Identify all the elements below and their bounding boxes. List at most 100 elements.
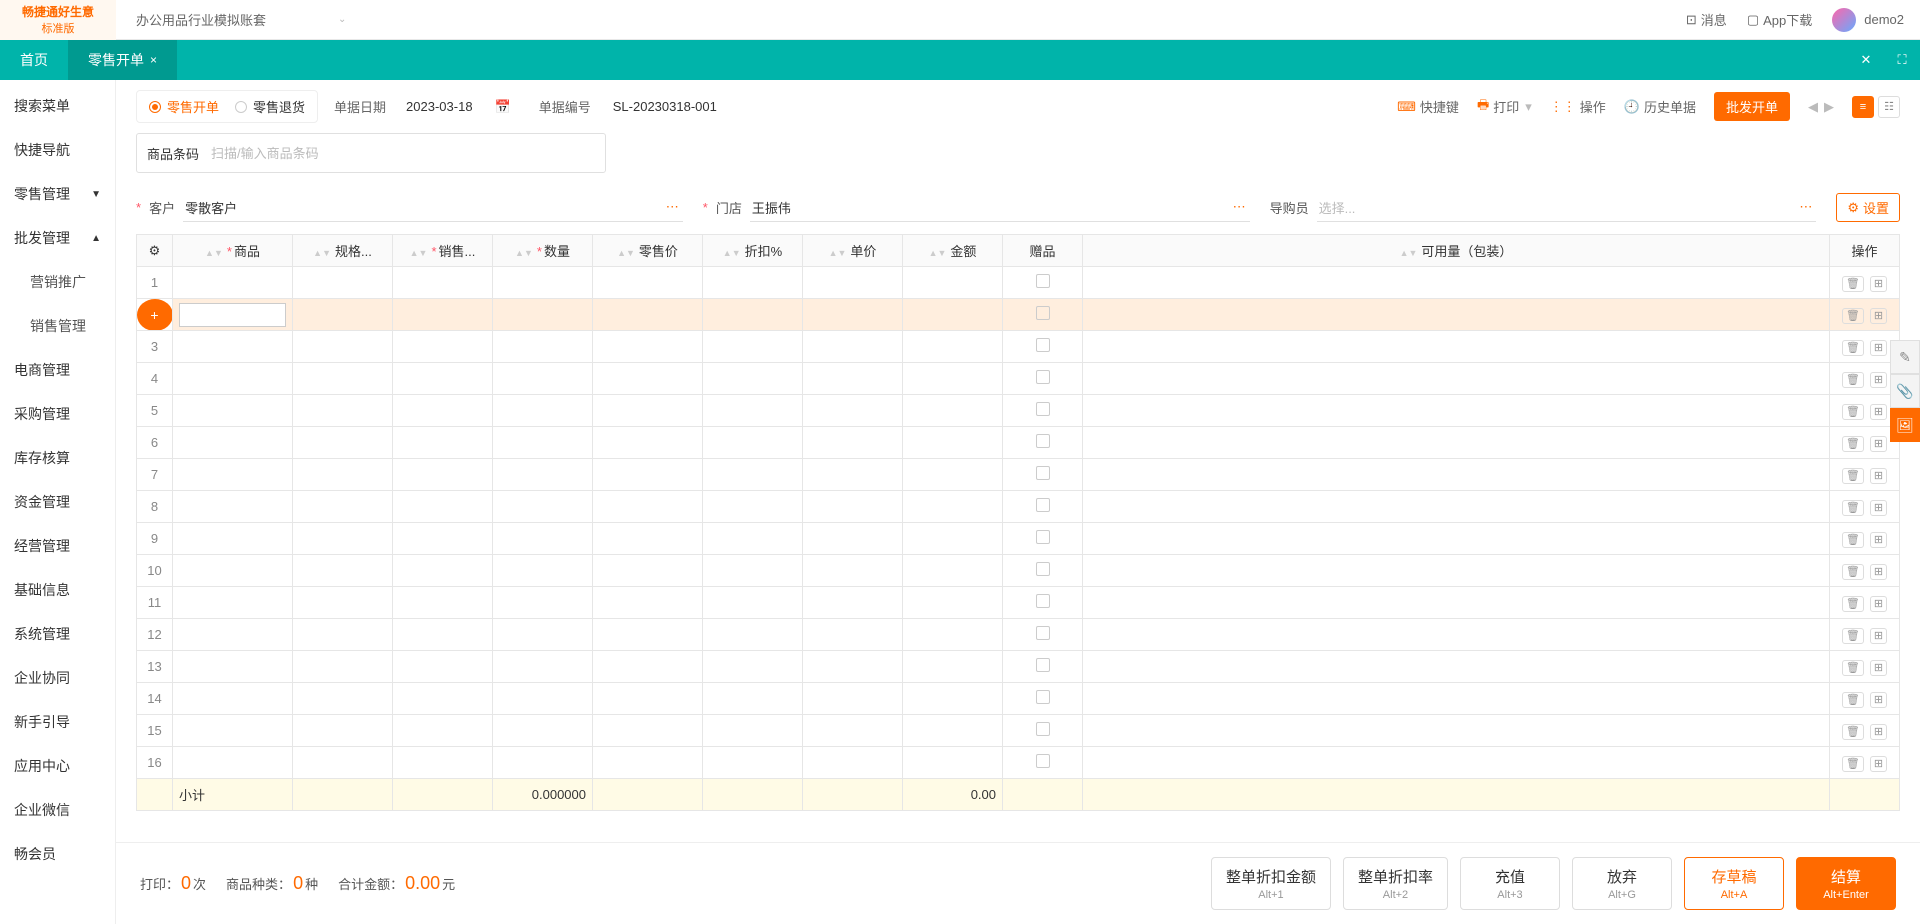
column-settings-button[interactable]: ⚙	[137, 235, 173, 267]
cell[interactable]	[903, 619, 1003, 651]
cell[interactable]	[803, 331, 903, 363]
delete-row-icon[interactable]: 🗑	[1842, 628, 1864, 644]
col-amount[interactable]: ▲▼金额	[903, 235, 1003, 267]
copy-row-icon[interactable]: ⊞	[1870, 628, 1887, 644]
copy-row-icon[interactable]: ⊞	[1870, 564, 1887, 580]
table-row[interactable]: 1🗑⊞	[137, 267, 1900, 299]
cell-gift[interactable]	[1003, 459, 1083, 491]
cell[interactable]	[293, 331, 393, 363]
cell[interactable]	[293, 715, 393, 747]
sidebar-item[interactable]: 零售管理▼	[0, 172, 115, 216]
cell[interactable]	[493, 363, 593, 395]
tab-home[interactable]: 首页	[0, 40, 68, 80]
cell[interactable]	[493, 587, 593, 619]
sidebar-item[interactable]: 企业协同	[0, 656, 115, 700]
cell[interactable]	[593, 683, 703, 715]
checkbox[interactable]	[1036, 690, 1050, 704]
cell[interactable]	[703, 651, 803, 683]
cell[interactable]	[293, 267, 393, 299]
footer-button[interactable]: 整单折扣率Alt+2	[1343, 857, 1448, 910]
footer-button[interactable]: 充值Alt+3	[1460, 857, 1560, 910]
delete-row-icon[interactable]: 🗑	[1842, 660, 1864, 676]
cell-available[interactable]	[1083, 715, 1830, 747]
cell[interactable]	[903, 587, 1003, 619]
cell-available[interactable]	[1083, 587, 1830, 619]
barcode-input[interactable]	[211, 146, 595, 161]
sidebar-item[interactable]: 批发管理▲	[0, 216, 115, 260]
tab-close-all-button[interactable]: ✕	[1848, 40, 1884, 80]
cell[interactable]	[703, 395, 803, 427]
cell[interactable]	[293, 651, 393, 683]
cell[interactable]	[903, 715, 1003, 747]
cell[interactable]	[393, 331, 493, 363]
cell[interactable]	[703, 299, 803, 331]
cell[interactable]	[903, 299, 1003, 331]
cell-gift[interactable]	[1003, 619, 1083, 651]
checkbox[interactable]	[1036, 754, 1050, 768]
cell-gift[interactable]	[1003, 299, 1083, 331]
table-row[interactable]: 7🗑⊞	[137, 459, 1900, 491]
close-icon[interactable]: ×	[150, 53, 157, 67]
more-icon[interactable]: ⋯	[1799, 199, 1814, 215]
cell-product[interactable]	[173, 619, 293, 651]
cell-product[interactable]	[173, 267, 293, 299]
operate-button[interactable]: ⋮⋮操作	[1550, 97, 1606, 116]
cell[interactable]	[703, 523, 803, 555]
cell[interactable]	[393, 715, 493, 747]
cell[interactable]	[393, 619, 493, 651]
col-sale[interactable]: ▲▼销售...	[393, 235, 493, 267]
cell[interactable]	[803, 427, 903, 459]
cell[interactable]	[903, 555, 1003, 587]
fullscreen-button[interactable]: ⛶	[1884, 40, 1920, 80]
cell[interactable]	[903, 491, 1003, 523]
cell-gift[interactable]	[1003, 715, 1083, 747]
cell[interactable]	[593, 619, 703, 651]
checkbox[interactable]	[1036, 658, 1050, 672]
sidebar-item[interactable]: 资金管理	[0, 480, 115, 524]
table-row[interactable]: 14🗑⊞	[137, 683, 1900, 715]
cell-product[interactable]	[173, 363, 293, 395]
copy-row-icon[interactable]: ⊞	[1870, 596, 1887, 612]
cell[interactable]	[493, 331, 593, 363]
col-discount[interactable]: ▲▼折扣%	[703, 235, 803, 267]
cell-gift[interactable]	[1003, 587, 1083, 619]
cell-available[interactable]	[1083, 427, 1830, 459]
view-card-button[interactable]: ☷	[1878, 96, 1900, 118]
table-row[interactable]: 12🗑⊞	[137, 619, 1900, 651]
cell[interactable]	[393, 683, 493, 715]
col-spec[interactable]: ▲▼规格...	[293, 235, 393, 267]
cell[interactable]	[703, 491, 803, 523]
cell-gift[interactable]	[1003, 523, 1083, 555]
cell-gift[interactable]	[1003, 491, 1083, 523]
sidebar-item[interactable]: 基础信息	[0, 568, 115, 612]
cell[interactable]	[903, 331, 1003, 363]
cell[interactable]	[803, 523, 903, 555]
cell-available[interactable]	[1083, 331, 1830, 363]
cell[interactable]	[293, 363, 393, 395]
cell[interactable]	[803, 267, 903, 299]
sidebar-item[interactable]: 畅会员	[0, 832, 115, 876]
copy-row-icon[interactable]: ⊞	[1870, 660, 1887, 676]
calendar-icon[interactable]: 📅	[495, 99, 511, 115]
sidebar-item[interactable]: 搜索菜单	[0, 84, 115, 128]
delete-row-icon[interactable]: 🗑	[1842, 756, 1864, 772]
delete-row-icon[interactable]: 🗑	[1842, 692, 1864, 708]
cell[interactable]	[593, 555, 703, 587]
cell[interactable]	[593, 363, 703, 395]
cell[interactable]	[493, 395, 593, 427]
cell-product[interactable]	[173, 747, 293, 779]
checkbox[interactable]	[1036, 722, 1050, 736]
doc-date-value[interactable]: 2023-03-18	[406, 99, 473, 114]
cell[interactable]	[593, 459, 703, 491]
cell[interactable]	[593, 331, 703, 363]
checkbox[interactable]	[1036, 338, 1050, 352]
cell-available[interactable]	[1083, 747, 1830, 779]
table-row[interactable]: 10🗑⊞	[137, 555, 1900, 587]
cell[interactable]	[703, 331, 803, 363]
cell[interactable]	[703, 267, 803, 299]
cell[interactable]	[903, 683, 1003, 715]
print-button[interactable]: 🖶打印▾	[1477, 96, 1532, 118]
history-button[interactable]: 🕘历史单据	[1624, 97, 1696, 116]
col-unit-price[interactable]: ▲▼单价	[803, 235, 903, 267]
more-icon[interactable]: ⋯	[666, 199, 681, 215]
